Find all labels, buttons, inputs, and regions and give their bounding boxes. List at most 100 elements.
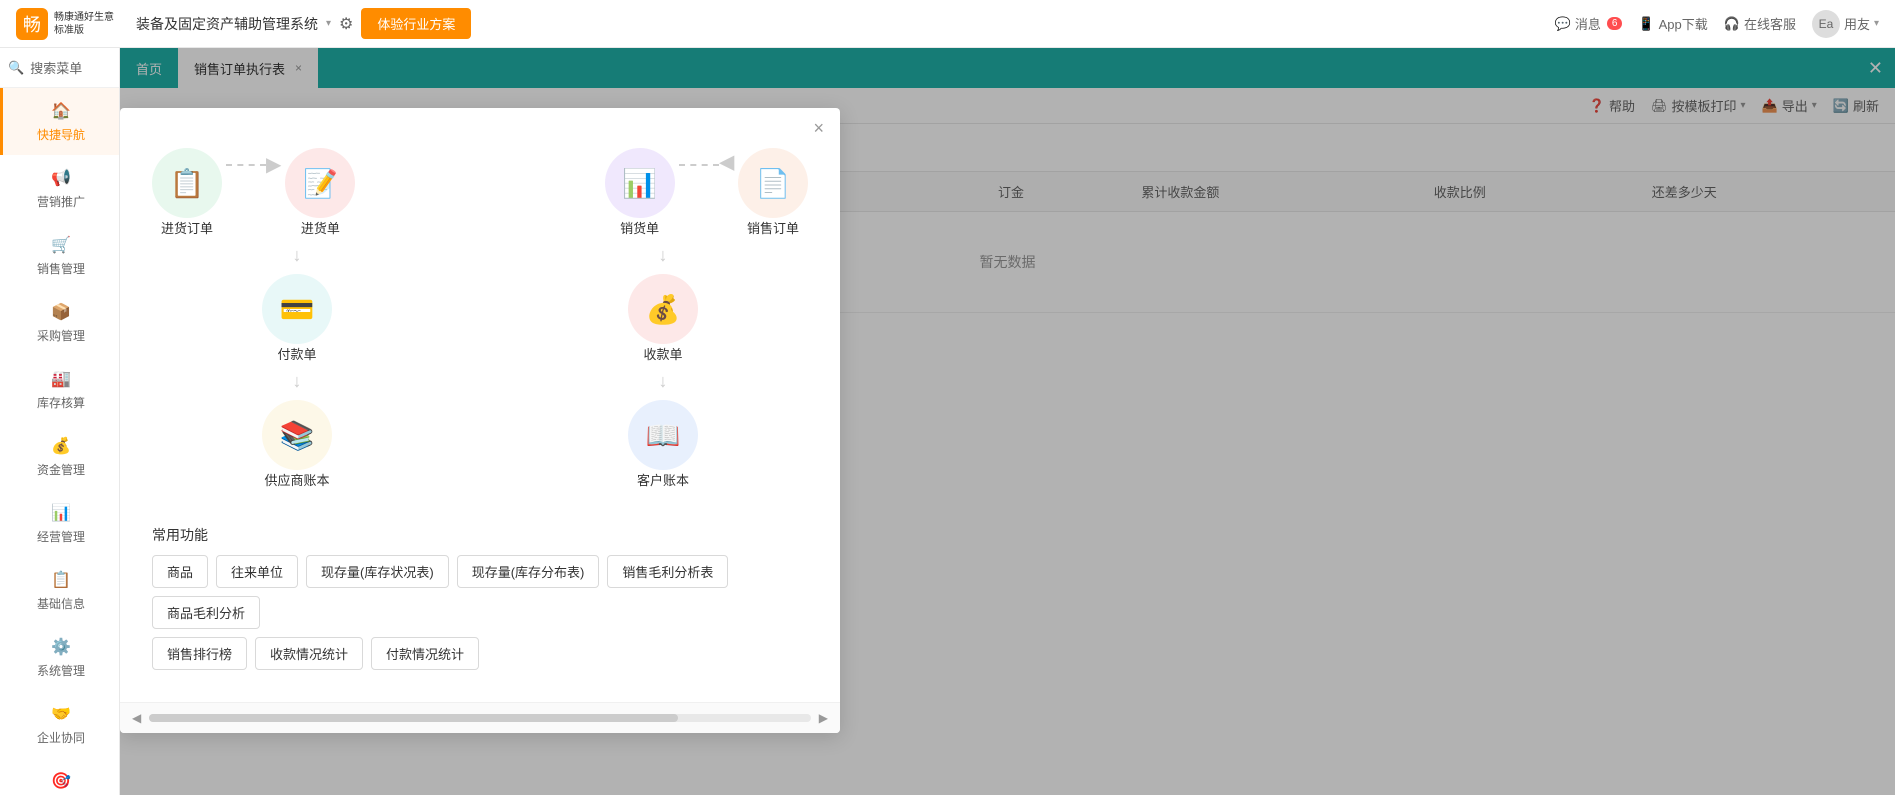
experience-btn[interactable]: 体验行业方案: [361, 8, 471, 39]
message-label: 消息: [1575, 14, 1601, 33]
message-badge: 6: [1607, 17, 1623, 30]
flow-node-customer-ledger[interactable]: 📖: [628, 400, 698, 470]
app-download-btn[interactable]: 📱 App下载: [1638, 14, 1707, 33]
flow-node-purchase-order[interactable]: 📋: [152, 148, 222, 218]
sidebar-item-label-collab: 企业协同: [37, 729, 85, 746]
func-btn-6[interactable]: 销售排行榜: [152, 637, 247, 670]
flow-row-1: 📋 进货订单 ▶: [152, 148, 808, 237]
logo-text: 畅康通好生意 标准版: [54, 11, 114, 37]
finance-icon: 💰: [50, 435, 72, 457]
user-label: 用友: [1844, 14, 1870, 33]
flow-label-purchase-bill: 进货单: [301, 218, 340, 237]
func-btn-0[interactable]: 商品: [152, 555, 208, 588]
gear-icon[interactable]: ⚙: [339, 14, 353, 34]
flow-col-receipt-bill: 💰 收款单: [628, 274, 698, 363]
sidebar-item-label-marketing: 营销推广: [37, 193, 85, 210]
func-btn-2[interactable]: 现存量(库存状况表): [306, 555, 449, 588]
flow-col-sales-bill: 📊 销货单: [605, 148, 675, 237]
system-title-area: 装备及固定资产辅助管理系统 ▾ ⚙ 体验行业方案: [136, 8, 1555, 39]
scrollbar-thumb[interactable]: [149, 714, 678, 722]
online-service-label: 在线客服: [1744, 14, 1796, 33]
flow-diagram: 📋 进货订单 ▶: [152, 132, 808, 513]
func-btn-4[interactable]: 销售毛利分析表: [607, 555, 728, 588]
scrollbar-track: [149, 714, 811, 722]
sidebar-item-system[interactable]: ⚙️ 系统管理: [0, 624, 119, 691]
user-area[interactable]: Ea 用友 ▾: [1812, 10, 1879, 38]
sales-order-icon: 📄: [756, 167, 791, 200]
sidebar-search-label: 搜索菜单: [30, 58, 82, 77]
sidebar: 🔍 搜索菜单 🏠 快捷导航 📢 营销推广 🛒 销售管理 📦 采购管理 🏭 库存核…: [0, 48, 120, 795]
flow-node-purchase-bill[interactable]: 📝: [285, 148, 355, 218]
func-btn-7[interactable]: 收款情况统计: [255, 637, 363, 670]
sidebar-item-collab[interactable]: 🤝 企业协同: [0, 691, 119, 758]
func-buttons-row1: 商品往来单位现存量(库存状况表)现存量(库存分布表)销售毛利分析表商品毛利分析: [152, 555, 808, 629]
flow-label-receipt-bill: 收款单: [643, 344, 682, 363]
flow-label-customer-ledger: 客户账本: [637, 470, 689, 489]
flow-col-purchase-bill: 📝 进货单: [285, 148, 355, 237]
operations-icon: 📊: [50, 502, 72, 524]
collab-icon: 🤝: [50, 703, 72, 725]
purchase-bill-icon: 📝: [303, 167, 338, 200]
modal-body: 📋 进货订单 ▶: [120, 108, 840, 702]
modal-overlay[interactable]: × 📋 进货订单: [120, 48, 1895, 795]
message-icon: 💬: [1555, 16, 1571, 32]
sidebar-item-marketing[interactable]: 📢 营销推广: [0, 155, 119, 222]
supplier-ledger-icon: 📚: [280, 419, 315, 452]
search-icon: 🔍: [8, 60, 24, 76]
receipt-bill-icon: 💰: [646, 293, 681, 326]
avatar: Ea: [1812, 10, 1840, 38]
modal-scrollbar: ◀ ▶: [120, 702, 840, 733]
online-service-btn[interactable]: 🎧 在线客服: [1724, 14, 1796, 33]
header-right: 💬 消息 6 📱 App下载 🎧 在线客服 Ea 用友 ▾: [1555, 10, 1879, 38]
scroll-left-arrow[interactable]: ◀: [132, 711, 141, 725]
logo-char: 畅: [23, 11, 41, 37]
common-functions: 常用功能 商品往来单位现存量(库存状况表)现存量(库存分布表)销售毛利分析表商品…: [152, 513, 808, 670]
newbie-icon: 🎯: [50, 770, 72, 792]
sidebar-item-sales[interactable]: 🛒 销售管理: [0, 222, 119, 289]
sidebar-item-label-inventory: 库存核算: [37, 394, 85, 411]
sidebar-item-basic-info[interactable]: 📋 基础信息: [0, 557, 119, 624]
flow-node-sales-order[interactable]: 📄: [738, 148, 808, 218]
modal-close-btn[interactable]: ×: [813, 118, 824, 139]
service-icon: 🎧: [1724, 16, 1740, 32]
flow-node-payment-bill[interactable]: 💳: [262, 274, 332, 344]
func-btn-3[interactable]: 现存量(库存分布表): [457, 555, 600, 588]
sidebar-item-operations[interactable]: 📊 经营管理: [0, 490, 119, 557]
sales-icon: 🛒: [50, 234, 72, 256]
flow-node-sales-bill[interactable]: 📊: [605, 148, 675, 218]
func-btn-8[interactable]: 付款情况统计: [371, 637, 479, 670]
flow-col-sales-order: 📄 销售订单: [738, 148, 808, 237]
system-dropdown-arrow[interactable]: ▾: [326, 18, 331, 29]
func-btn-5[interactable]: 商品毛利分析: [152, 596, 260, 629]
sidebar-item-label-basic-info: 基础信息: [37, 595, 85, 612]
flow-label-payment-bill: 付款单: [277, 344, 316, 363]
flow-col-supplier-ledger: 📚 供应商账本: [262, 400, 332, 489]
download-icon: 📱: [1638, 16, 1654, 32]
message-btn[interactable]: 💬 消息 6: [1555, 14, 1623, 33]
scroll-right-arrow[interactable]: ▶: [819, 711, 828, 725]
system-icon: ⚙️: [50, 636, 72, 658]
sidebar-item-label-sales: 销售管理: [37, 260, 85, 277]
sidebar-item-newbie[interactable]: 🎯 新手引导: [0, 758, 119, 795]
flow-row-arrows-v2: ↓ ↓: [152, 371, 808, 392]
flow-node-receipt-bill[interactable]: 💰: [628, 274, 698, 344]
sidebar-search[interactable]: 🔍 搜索菜单: [0, 48, 119, 88]
flow-row-arrows-v: ↓ ↓: [152, 245, 808, 266]
purchase-order-icon: 📋: [170, 167, 205, 200]
sidebar-item-purchase[interactable]: 📦 采购管理: [0, 289, 119, 356]
quick-nav-icon: 🏠: [50, 100, 72, 122]
flow-label-supplier-ledger: 供应商账本: [264, 470, 329, 489]
sidebar-item-quick-nav[interactable]: 🏠 快捷导航: [0, 88, 119, 155]
sidebar-item-inventory[interactable]: 🏭 库存核算: [0, 356, 119, 423]
sidebar-item-label-finance: 资金管理: [37, 461, 85, 478]
flow-node-supplier-ledger[interactable]: 📚: [262, 400, 332, 470]
user-dropdown-arrow: ▾: [1874, 18, 1879, 29]
sidebar-item-finance[interactable]: 💰 资金管理: [0, 423, 119, 490]
payment-bill-icon: 💳: [280, 293, 315, 326]
content-area: 首页 销售订单执行表 × ✕ ❓ 帮助 🖨 按模板打印 ▾: [120, 48, 1895, 795]
sidebar-item-label-system: 系统管理: [37, 662, 85, 679]
flow-col-payment-bill: 💳 付款单: [262, 274, 332, 363]
flow-row-2: 💳 付款单 💰 收款单: [152, 274, 808, 363]
func-btn-1[interactable]: 往来单位: [216, 555, 298, 588]
logo-area: 畅 畅康通好生意 标准版: [16, 8, 136, 40]
